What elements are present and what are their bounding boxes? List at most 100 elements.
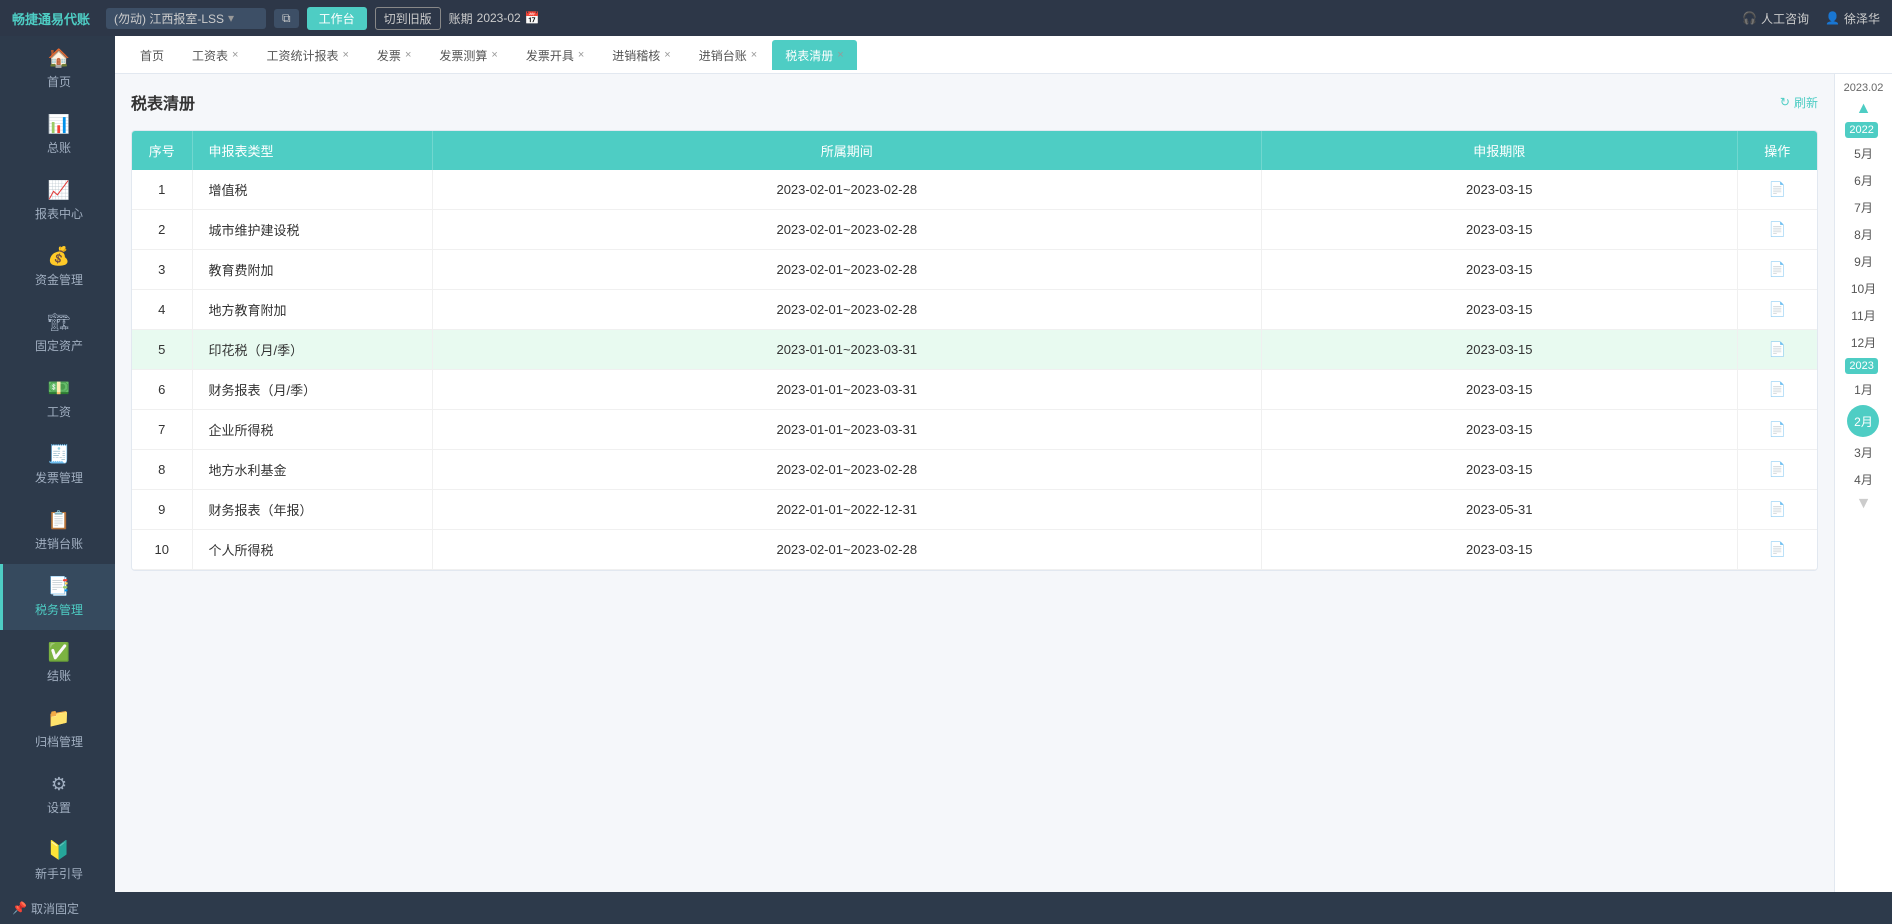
cell-action: 📄 [1737,530,1817,570]
tab-purchase_ledger[interactable]: 进销台账 × [686,40,770,70]
action-icon[interactable]: 📄 [1769,181,1786,197]
purchase-icon: 📋 [48,510,70,531]
help-button[interactable]: 🎧 人工咨询 [1742,10,1809,27]
cell-action: 📄 [1737,290,1817,330]
col-header-deadline: 申报期限 [1262,131,1737,170]
tab-close-tax_list[interactable]: × [837,49,843,61]
cell-no: 4 [132,290,192,330]
tab-close-invoice_open[interactable]: × [578,49,584,61]
action-icon[interactable]: 📄 [1769,541,1786,557]
sidebar-item-settings[interactable]: ⚙设置 [0,762,115,828]
cell-no: 5 [132,330,192,370]
cell-type: 财务报表（月/季） [192,370,432,410]
rs-month-2023-3月[interactable]: 3月 [1845,439,1882,466]
sidebar-item-settlement[interactable]: ✅结账 [0,630,115,696]
sidebar-item-invoice[interactable]: 🧾发票管理 [0,432,115,498]
cell-type: 企业所得税 [192,410,432,450]
action-icon[interactable]: 📄 [1769,301,1786,317]
tab-label-purchase_ledger: 进销台账 [699,47,747,64]
action-icon[interactable]: 📄 [1769,261,1786,277]
rs-year-2023[interactable]: 2023 [1845,358,1879,374]
page-title: 税表清册 [131,90,195,114]
rs-month-2022-12月[interactable]: 12月 [1845,329,1882,356]
rs-month-2022-8月[interactable]: 8月 [1845,221,1882,248]
tab-label-purchase_audit: 进销稽核 [612,47,660,64]
sidebar-label-fund: 资金管理 [35,271,83,288]
tab-purchase_audit[interactable]: 进销稽核 × [599,40,683,70]
col-header-no: 序号 [132,131,192,170]
cell-period: 2023-02-01~2023-02-28 [432,450,1262,490]
refresh-button[interactable]: ↻ 刷新 [1780,94,1818,111]
rs-month-2023-4月[interactable]: 4月 [1845,466,1882,493]
table-row: 2 城市维护建设税 2023-02-01~2023-02-28 2023-03-… [132,210,1817,250]
sidebar-item-salary[interactable]: 💵工资 [0,366,115,432]
calendar-icon[interactable]: 📅 [525,11,540,25]
rs-month-2023-1月[interactable]: 1月 [1845,376,1882,403]
col-header-type: 申报表类型 [192,131,432,170]
rs-nav-up-button[interactable]: ▲ [1854,98,1874,120]
copy-icon-btn[interactable]: ⧉ [274,9,299,28]
sidebar-item-home[interactable]: 🏠首页 [0,36,115,102]
bottom-bar: 📌 取消固定 [0,892,1892,924]
sidebar-item-tax[interactable]: 📑税务管理 [0,564,115,630]
cancel-fixed-button[interactable]: 📌 取消固定 [12,900,79,917]
rs-year-2022[interactable]: 2022 [1845,122,1879,138]
action-icon[interactable]: 📄 [1769,341,1786,357]
action-icon[interactable]: 📄 [1769,421,1786,437]
table-row: 9 财务报表（年报） 2022-01-01~2022-12-31 2023-05… [132,490,1817,530]
rs-month-2022-9月[interactable]: 9月 [1845,248,1882,275]
settlement-icon: ✅ [48,642,70,663]
sidebar-label-tax: 税务管理 [35,601,83,618]
tab-salary_report[interactable]: 工资统计报表× [253,40,361,70]
cell-action: 📄 [1737,450,1817,490]
table-row: 1 增值税 2023-02-01~2023-02-28 2023-03-15 📄 [132,170,1817,210]
tab-salary[interactable]: 工资表× [179,40,251,70]
user-menu[interactable]: 👤 徐泽华 [1825,10,1880,27]
action-icon[interactable]: 📄 [1769,381,1786,397]
rs-month-2022-6月[interactable]: 6月 [1845,167,1882,194]
table-row: 7 企业所得税 2023-01-01~2023-03-31 2023-03-15… [132,410,1817,450]
chevron-down-icon: ▾ [228,11,234,25]
tab-invoice[interactable]: 发票× [364,40,424,70]
sidebar-item-archive[interactable]: 📁归档管理 [0,696,115,762]
tab-invoice_check[interactable]: 发票测算× [426,40,510,70]
sidebar-item-purchase[interactable]: 📋 进销台账 [0,498,115,564]
company-selector[interactable]: (勿动) 江西报室-LSS ▾ [106,8,266,29]
cell-no: 9 [132,490,192,530]
tab-close-invoice_check[interactable]: × [491,49,497,61]
sidebar-label-purchase: 进销台账 [35,535,83,552]
rs-month-2022-10月[interactable]: 10月 [1845,275,1882,302]
cell-no: 8 [132,450,192,490]
cell-action: 📄 [1737,170,1817,210]
action-icon[interactable]: 📄 [1769,461,1786,477]
action-icon[interactable]: 📄 [1769,221,1786,237]
tab-home[interactable]: 首页 [127,40,177,70]
rs-month-2022-11月[interactable]: 11月 [1845,302,1882,329]
table-row: 3 教育费附加 2023-02-01~2023-02-28 2023-03-15… [132,250,1817,290]
rs-month-2022-7月[interactable]: 7月 [1845,194,1882,221]
tab-close-purchase_audit[interactable]: × [664,49,670,61]
tab-close-salary_report[interactable]: × [342,49,348,61]
invoice-icon: 🧾 [48,444,70,465]
tab-close-invoice[interactable]: × [405,49,411,61]
tab-label-home: 首页 [140,47,164,64]
sidebar-item-fund[interactable]: 💰资金管理 [0,234,115,300]
workstation-button[interactable]: 工作台 [307,7,367,30]
action-icon[interactable]: 📄 [1769,501,1786,517]
sidebar-item-asset[interactable]: 🏗固定资产 [0,300,115,366]
cell-type: 地方教育附加 [192,290,432,330]
rs-month-2022-5月[interactable]: 5月 [1845,140,1882,167]
sidebar-item-ledger[interactable]: 📊总账 [0,102,115,168]
switch-old-button[interactable]: 切到旧版 [375,7,441,30]
rs-nav-down-button[interactable]: ▼ [1854,493,1874,515]
tab-invoice_open[interactable]: 发票开具× [513,40,597,70]
tab-tax_list[interactable]: 税表清册× [772,40,856,70]
sidebar-item-guide[interactable]: 🔰新手引导 [0,828,115,892]
cell-period: 2022-01-01~2022-12-31 [432,490,1262,530]
cell-action: 📄 [1737,370,1817,410]
tab-close-purchase_ledger[interactable]: × [751,49,757,61]
sidebar-item-report[interactable]: 📈报表中心 [0,168,115,234]
rs-month-2023-2月[interactable]: 2月 [1847,405,1879,437]
tab-close-salary[interactable]: × [232,49,238,61]
cell-period: 2023-02-01~2023-02-28 [432,530,1262,570]
